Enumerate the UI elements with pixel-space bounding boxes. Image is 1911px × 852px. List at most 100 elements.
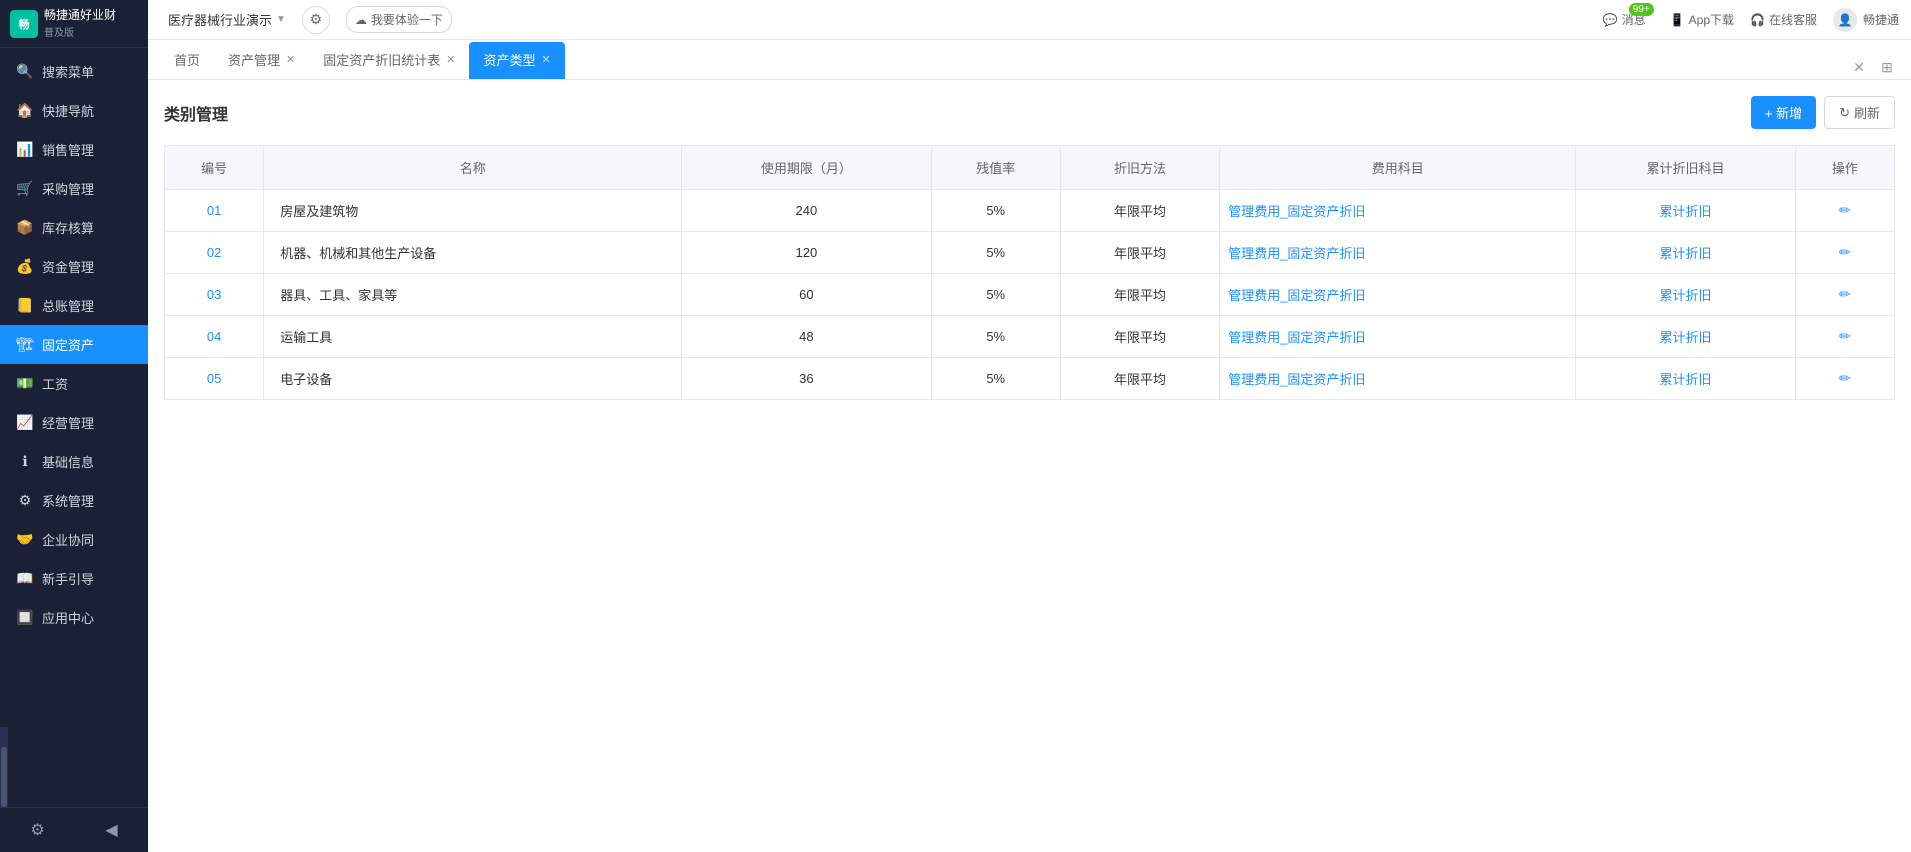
company-selector[interactable]: 医疗器械行业演示 ▼ bbox=[160, 6, 294, 33]
cell-expense-subject: 管理费用_固定资产折旧 bbox=[1220, 232, 1576, 274]
table-header: 编号名称使用期限（月）残值率折旧方法费用科目累计折旧科目操作 bbox=[165, 146, 1895, 190]
cell-action[interactable]: ✏ bbox=[1795, 232, 1894, 274]
app-name: 畅捷通好业财 bbox=[44, 8, 116, 24]
sidebar-scrollbar[interactable] bbox=[0, 727, 8, 807]
sidebar-item-purchase[interactable]: 🛒 采购管理 bbox=[0, 169, 148, 208]
fixed-asset-icon: 🏗 bbox=[16, 336, 34, 354]
new-button[interactable]: + 新增 bbox=[1751, 96, 1816, 129]
gear-icon: ⚙ bbox=[310, 11, 323, 28]
table-row: 02 机器、机械和其他生产设备 120 5% 年限平均 管理费用_固定资产折旧 … bbox=[165, 232, 1895, 274]
cell-salvage-rate: 5% bbox=[931, 316, 1060, 358]
app-logo-icon: 畅 bbox=[10, 10, 38, 38]
edit-icon[interactable]: ✏ bbox=[1839, 244, 1851, 260]
cell-action[interactable]: ✏ bbox=[1795, 316, 1894, 358]
edit-icon[interactable]: ✏ bbox=[1839, 328, 1851, 344]
sidebar-footer: ⚙ ◀ bbox=[0, 807, 148, 852]
cell-salvage-rate: 5% bbox=[931, 358, 1060, 400]
main-area: 医疗器械行业演示 ▼ ⚙ ☁ 我要体验一下 💬 消息 99+ 📱 App下载 🎧… bbox=[148, 0, 1911, 852]
tab-asset-mgmt[interactable]: 资产管理 ✕ bbox=[214, 42, 309, 79]
tab-close-icon[interactable]: ✕ bbox=[286, 53, 295, 66]
sidebar-item-capital[interactable]: 💰 资金管理 bbox=[0, 247, 148, 286]
sidebar-item-ledger[interactable]: 📒 总账管理 bbox=[0, 286, 148, 325]
table-row: 05 电子设备 36 5% 年限平均 管理费用_固定资产折旧 累计折旧 ✏ bbox=[165, 358, 1895, 400]
avatar: 👤 bbox=[1833, 8, 1857, 32]
edit-icon[interactable]: ✏ bbox=[1839, 202, 1851, 218]
tab-close-icon[interactable]: ✕ bbox=[446, 53, 455, 66]
online-service-label: 在线客服 bbox=[1769, 11, 1817, 28]
cell-salvage-rate: 5% bbox=[931, 190, 1060, 232]
sidebar-item-sales[interactable]: 📊 销售管理 bbox=[0, 130, 148, 169]
cell-id: 02 bbox=[165, 232, 264, 274]
sidebar-item-label: 工资 bbox=[42, 374, 68, 393]
sidebar: 畅 畅捷通好业财 普及版 🔍 搜索菜单 🏠 快捷导航 📊 销售管理 🛒 采购管理… bbox=[0, 0, 148, 852]
app-download-label: App下载 bbox=[1689, 11, 1734, 28]
sidebar-item-enterprise[interactable]: 🤝 企业协同 bbox=[0, 520, 148, 559]
message-item[interactable]: 💬 消息 99+ bbox=[1603, 11, 1646, 28]
tab-asset-type[interactable]: 资产类型✕ bbox=[469, 42, 564, 79]
tab-close-icon[interactable]: ✕ bbox=[542, 53, 551, 66]
experience-button[interactable]: ☁ 我要体验一下 bbox=[346, 6, 452, 33]
user-item[interactable]: 👤 畅捷通 bbox=[1833, 8, 1899, 32]
purchase-icon: 🛒 bbox=[16, 180, 34, 198]
message-icon: 💬 bbox=[1603, 13, 1618, 27]
content-area: 类别管理 + 新增 ↻ 刷新 编号名称使用期限（月）残值率折旧方法费用科目累计折… bbox=[148, 80, 1911, 852]
app-title-group: 畅捷通好业财 普及版 bbox=[44, 8, 116, 39]
sidebar-item-label: 采购管理 bbox=[42, 179, 94, 198]
cloud-icon: ☁ bbox=[355, 13, 367, 27]
expand-window-button[interactable]: ⊞ bbox=[1875, 55, 1899, 79]
cell-expense-subject: 管理费用_固定资产折旧 bbox=[1220, 316, 1576, 358]
sidebar-item-guide[interactable]: 📖 新手引导 bbox=[0, 559, 148, 598]
cell-id: 05 bbox=[165, 358, 264, 400]
cell-name: 运输工具 bbox=[264, 316, 682, 358]
cell-method: 年限平均 bbox=[1060, 274, 1219, 316]
cell-expense-subject: 管理费用_固定资产折旧 bbox=[1220, 274, 1576, 316]
system-icon: ⚙ bbox=[16, 492, 34, 510]
sidebar-item-fixed-asset[interactable]: 🏗 固定资产 bbox=[0, 325, 148, 364]
scrollbar-thumb bbox=[1, 747, 7, 807]
sidebar-item-system[interactable]: ⚙ 系统管理 bbox=[0, 481, 148, 520]
collapse-footer-icon[interactable]: ◀ bbox=[101, 816, 121, 844]
sidebar-item-app-center[interactable]: 🔲 应用中心 bbox=[0, 598, 148, 637]
col-header: 编号 bbox=[165, 146, 264, 190]
sidebar-item-inventory[interactable]: 📦 库存核算 bbox=[0, 208, 148, 247]
ledger-icon: 📒 bbox=[16, 297, 34, 315]
cell-salvage-rate: 5% bbox=[931, 274, 1060, 316]
cell-expense-subject: 管理费用_固定资产折旧 bbox=[1220, 190, 1576, 232]
sidebar-item-label: 资金管理 bbox=[42, 257, 94, 276]
edit-icon[interactable]: ✏ bbox=[1839, 370, 1851, 386]
sales-icon: 📊 bbox=[16, 141, 34, 159]
cell-name: 器具、工具、家具等 bbox=[264, 274, 682, 316]
operations-icon: 📈 bbox=[16, 414, 34, 432]
tab-home[interactable]: 首页 bbox=[160, 42, 214, 79]
cell-action[interactable]: ✏ bbox=[1795, 190, 1894, 232]
sidebar-item-operations[interactable]: 📈 经营管理 bbox=[0, 403, 148, 442]
settings-footer-icon[interactable]: ⚙ bbox=[26, 816, 48, 844]
online-service-item[interactable]: 🎧 在线客服 bbox=[1750, 11, 1817, 28]
refresh-button[interactable]: ↻ 刷新 bbox=[1824, 96, 1895, 129]
col-header: 折旧方法 bbox=[1060, 146, 1219, 190]
app-download-item[interactable]: 📱 App下载 bbox=[1670, 11, 1734, 28]
sidebar-item-search[interactable]: 🔍 搜索菜单 bbox=[0, 52, 148, 91]
close-window-button[interactable]: ✕ bbox=[1847, 55, 1871, 79]
data-table: 编号名称使用期限（月）残值率折旧方法费用科目累计折旧科目操作 01 房屋及建筑物… bbox=[164, 145, 1895, 400]
table-body: 01 房屋及建筑物 240 5% 年限平均 管理费用_固定资产折旧 累计折旧 ✏… bbox=[165, 190, 1895, 400]
sidebar-item-quick-nav[interactable]: 🏠 快捷导航 bbox=[0, 91, 148, 130]
edit-icon[interactable]: ✏ bbox=[1839, 286, 1851, 302]
cell-period: 120 bbox=[682, 232, 931, 274]
search-icon: 🔍 bbox=[16, 63, 34, 81]
tab-fixed-asset-depreciation[interactable]: 固定资产折旧统计表✕ bbox=[309, 42, 469, 79]
sidebar-item-label: 经营管理 bbox=[42, 413, 94, 432]
cell-action[interactable]: ✏ bbox=[1795, 358, 1894, 400]
table-row: 04 运输工具 48 5% 年限平均 管理费用_固定资产折旧 累计折旧 ✏ bbox=[165, 316, 1895, 358]
cell-accum-subject: 累计折旧 bbox=[1576, 274, 1795, 316]
cell-action[interactable]: ✏ bbox=[1795, 274, 1894, 316]
cell-id: 01 bbox=[165, 190, 264, 232]
guide-icon: 📖 bbox=[16, 570, 34, 588]
sidebar-nav: 🔍 搜索菜单 🏠 快捷导航 📊 销售管理 🛒 采购管理 📦 库存核算 💰 资金管… bbox=[0, 48, 148, 727]
cell-accum-subject: 累计折旧 bbox=[1576, 232, 1795, 274]
sidebar-item-basic-info[interactable]: ℹ 基础信息 bbox=[0, 442, 148, 481]
settings-button[interactable]: ⚙ bbox=[302, 6, 330, 34]
tab-label: 资产管理 bbox=[228, 50, 280, 69]
sidebar-item-label: 新手引导 bbox=[42, 569, 94, 588]
sidebar-item-payroll[interactable]: 💵 工资 bbox=[0, 364, 148, 403]
